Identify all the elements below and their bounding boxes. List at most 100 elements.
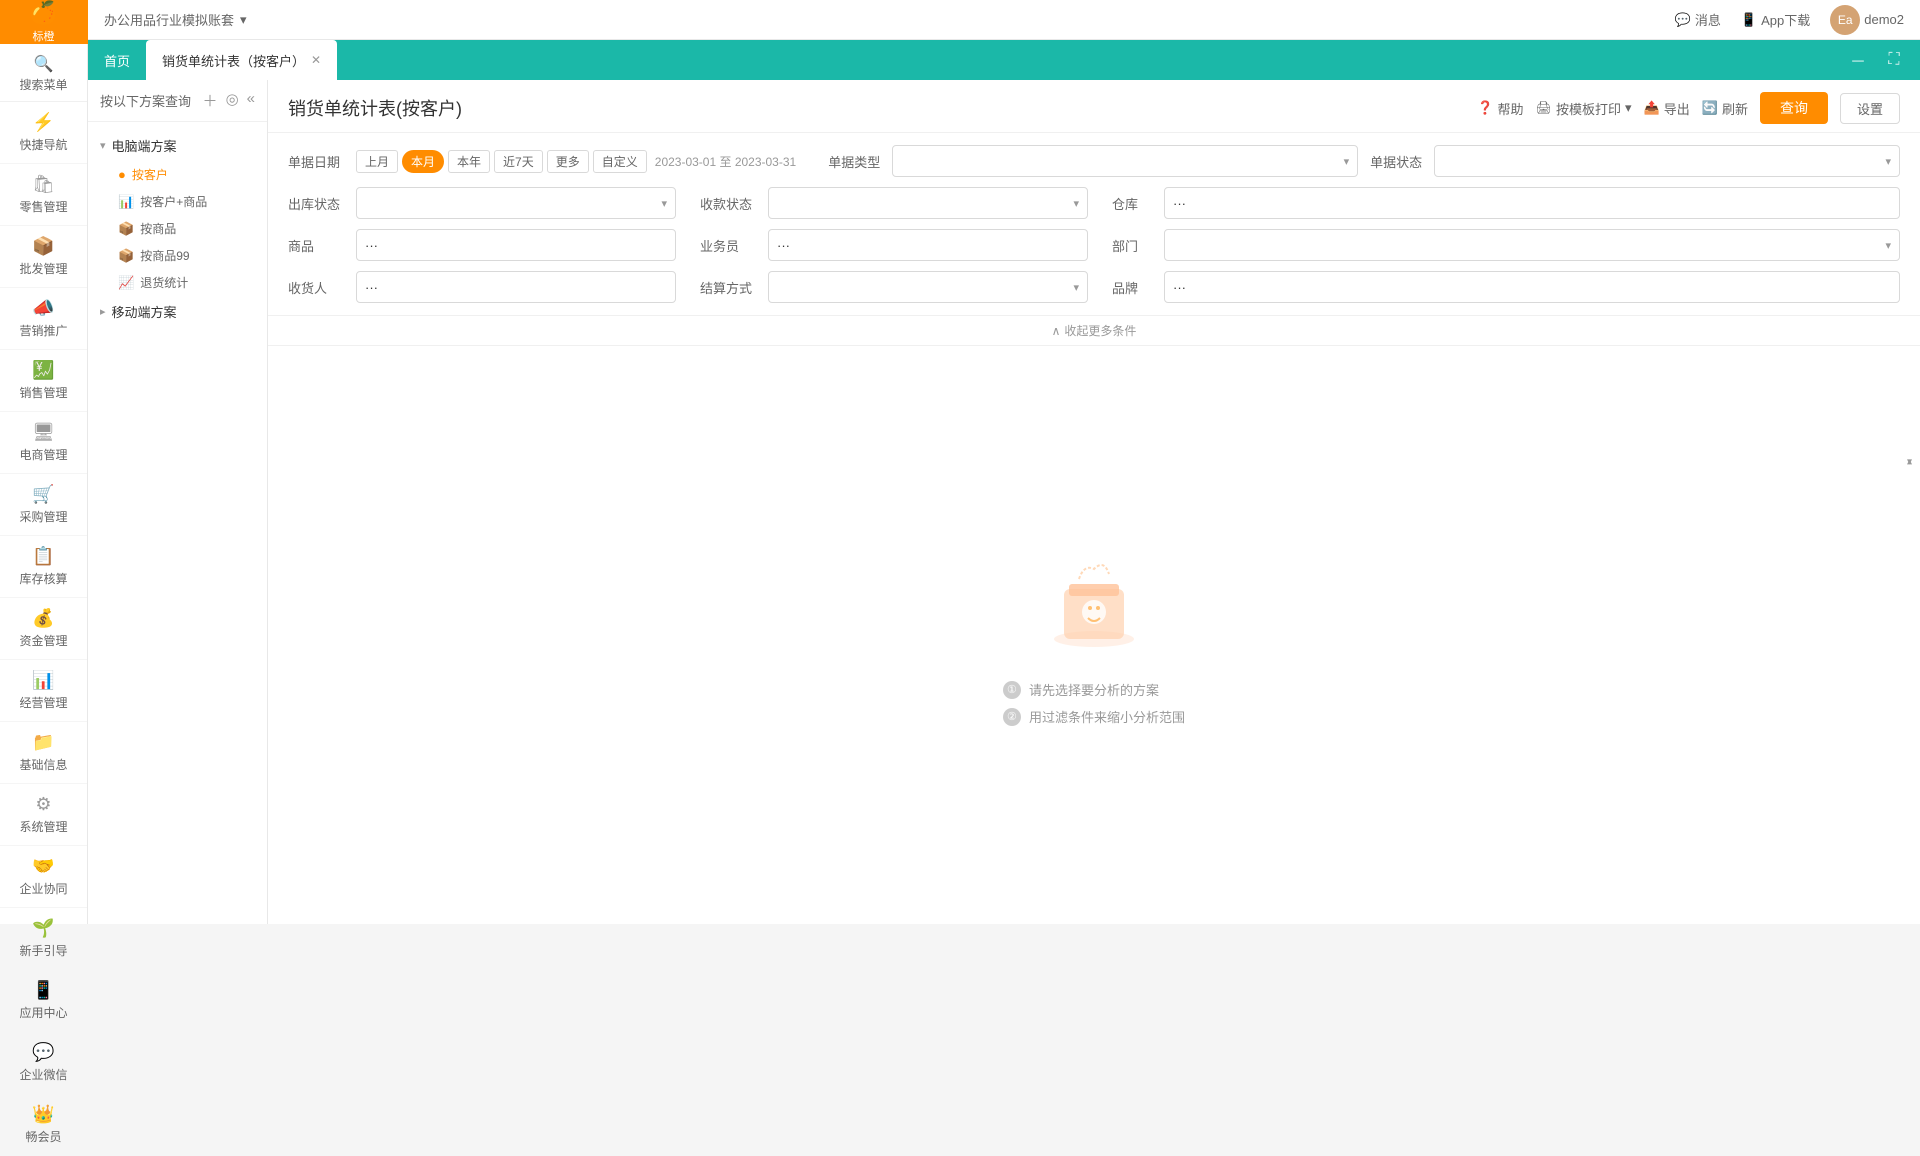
add-scheme-button[interactable]: ＋ [203,90,218,111]
tab-minimize-button[interactable]: － [1844,46,1872,74]
user-avatar[interactable]: Ea [1830,5,1860,35]
dept-select[interactable]: ▾ [1164,229,1900,261]
sidebar-item-sales[interactable]: 💹 销售管理 [0,350,87,412]
left-panel-title: 按以下方案查询 [100,91,191,110]
tab-close-icon[interactable]: ✕ [311,53,321,67]
payment-status-select[interactable]: ▾ [768,187,1088,219]
tree-parent-mobile[interactable]: ▸ 移动端方案 [88,296,267,327]
search-icon: 🔍 [34,54,54,74]
staff-dots: ··· [777,238,790,253]
sidebar-item-appcenter[interactable]: 📱 应用中心 [0,970,87,1032]
tabbar-controls: － ⛶ [1844,46,1920,74]
shortcut-icon: ⚡ [32,112,54,133]
customer-goods-icon: 📊 [118,194,134,210]
help-button[interactable]: ❓ 帮助 [1477,99,1523,118]
print-label: 按模板打印 [1556,99,1621,118]
sidebar-item-member[interactable]: 👑 畅会员 [0,1094,87,1156]
sidebar-item-enterprise[interactable]: 🤝 企业协同 [0,846,87,908]
tree-parent-pc[interactable]: ▾ 电脑端方案 [88,130,267,161]
tree-child-by-customer[interactable]: ● 按客户 [88,161,267,188]
brand-dots: ··· [1173,280,1186,295]
tree-child-goods99[interactable]: 📦 按商品99 [88,242,267,269]
left-panel: 按以下方案查询 ＋ ◎ « ▾ 电脑端方案 ● 按客户 📊 按客 [88,80,268,924]
tip-num-2: ② [1003,708,1021,726]
empty-tip-1: ① 请先选择要分析的方案 [1003,680,1185,699]
sidebar-item-label: 采购管理 [19,508,67,525]
staff-select[interactable]: ··· [768,229,1088,261]
query-button[interactable]: 查询 [1760,92,1828,124]
payment-method-select[interactable]: ▾ [768,271,1088,303]
app-download-label: App下载 [1761,10,1810,29]
app-download-button[interactable]: 📱 App下载 [1741,10,1810,29]
sidebar-item-inventory[interactable]: 📋 库存核算 [0,536,87,598]
sidebar-item-basic[interactable]: 📁 基础信息 [0,722,87,784]
sidebar-item-marketing[interactable]: 📣 营销推广 [0,288,87,350]
tree-child-label: 按客户+商品 [140,193,207,210]
tab-maximize-button[interactable]: ⛶ [1880,46,1908,74]
warehouse-label: 仓库 [1112,194,1152,213]
sidebar-item-finance[interactable]: 💰 资金管理 [0,598,87,660]
tree-child-by-goods[interactable]: 📦 按商品 [88,215,267,242]
tab-report[interactable]: 销货单统计表（按客户） ✕ [146,40,337,80]
app-logo[interactable]: 🍊 标橙 [0,0,88,44]
tree-child-customer-goods[interactable]: 📊 按客户+商品 [88,188,267,215]
out-status-select[interactable]: ▾ [356,187,676,219]
sidebar-item-operation[interactable]: 📊 经营管理 [0,660,87,722]
logo-text: 标橙 [33,28,55,44]
staff-label: 业务员 [700,236,756,255]
warehouse-dots: ··· [1173,196,1186,211]
tree-child-return-stat[interactable]: 📈 退货统计 [88,269,267,296]
warehouse-select[interactable]: ··· [1164,187,1900,219]
tab-home[interactable]: 首页 [88,40,146,80]
this-year-btn[interactable]: 本年 [448,150,490,173]
wholesale-icon: 📦 [32,236,54,257]
sidebar-search[interactable]: 🔍 搜索菜单 [0,44,87,102]
collapse-panel-button[interactable]: « [247,90,255,111]
export-label: 导出 [1664,99,1690,118]
refresh-button[interactable]: 🔄 刷新 [1702,99,1748,118]
industry-name: 办公用品行业模拟账套 [104,10,234,29]
filter-row-3: 商品 ··· 业务员 ··· 部门 ▾ [288,229,1900,261]
sidebar-item-wechat[interactable]: 💬 企业微信 [0,1032,87,1094]
doc-type-arrow: ▾ [1344,155,1350,168]
goods99-icon: 📦 [118,248,134,264]
message-button[interactable]: 💬 消息 [1675,10,1721,29]
print-dropdown-icon[interactable]: ▾ [1625,100,1632,116]
receiver-select[interactable]: ··· [356,271,676,303]
payment-method-label: 结算方式 [700,278,756,297]
goods-select[interactable]: ··· [356,229,676,261]
doc-type-select[interactable]: ▾ [892,145,1358,177]
this-month-btn[interactable]: 本月 [402,150,444,173]
doc-status-select[interactable]: ▾ [1434,145,1900,177]
sidebar-item-system[interactable]: ⚙ 系统管理 [0,784,87,846]
settings-button[interactable]: 设置 [1840,93,1900,124]
more-btn[interactable]: 更多 [547,150,589,173]
help-icon: ❓ [1477,100,1493,116]
last-7-btn[interactable]: 近7天 [494,150,543,173]
sidebar-item-ecommerce[interactable]: 🖥 电商管理 [0,412,87,474]
sidebar-item-purchase[interactable]: 🛒 采购管理 [0,474,87,536]
empty-tip-2: ② 用过滤条件来缩小分析范围 [1003,707,1185,726]
payment-method-arrow: ▾ [1073,281,1079,294]
sidebar-item-shortcut[interactable]: ⚡ 快捷导航 [0,102,87,164]
brand-select[interactable]: ··· [1164,271,1900,303]
tree-child-label: 退货统计 [140,274,188,291]
print-button[interactable]: 🖨 按模板打印 ▾ [1536,99,1632,118]
sidebar-item-retail[interactable]: 🛍 零售管理 ▾ [0,164,87,226]
export-button[interactable]: 📤 导出 [1644,99,1690,118]
sidebar-item-newbie[interactable]: 🌱 新手引导 [0,908,87,970]
main-area: 办公用品行业模拟账套 ▾ 💬 消息 📱 App下载 Ea demo2 首页 [88,0,1920,924]
scheme-tree: ▾ 电脑端方案 ● 按客户 📊 按客户+商品 📦 按商品 📦 按商品9 [88,122,267,335]
empty-tips: ① 请先选择要分析的方案 ② 用过滤条件来缩小分析范围 [1003,680,1185,726]
last-month-btn[interactable]: 上月 [356,150,398,173]
edit-scheme-button[interactable]: ◎ [226,90,239,111]
sidebar-item-label: 零售管理 [19,198,67,215]
sidebar-item-wholesale[interactable]: 📦 批发管理 ▴ [0,226,87,288]
user-profile[interactable]: Ea demo2 [1830,5,1904,35]
collapse-button[interactable]: ∧ 收起更多条件 [1052,322,1137,339]
custom-btn[interactable]: 自定义 [593,150,647,173]
sales-icon: 💹 [32,360,54,381]
system-icon: ⚙ [35,794,51,815]
dropdown-icon[interactable]: ▾ [240,12,247,28]
goods-label: 商品 [288,236,344,255]
